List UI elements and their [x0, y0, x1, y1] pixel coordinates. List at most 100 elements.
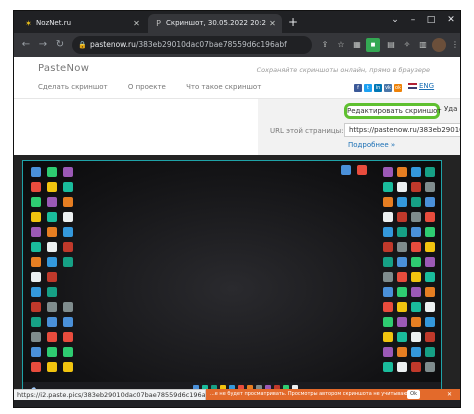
desktop-shortcut-icon	[31, 182, 41, 192]
close-icon[interactable]: ✕	[132, 14, 141, 33]
desktop-shortcut-icon	[411, 347, 421, 357]
desktop-shortcut-icon	[383, 332, 393, 342]
facebook-icon[interactable]: f	[354, 83, 362, 92]
extension-icon[interactable]: ▦	[350, 38, 364, 52]
desktop-shortcut-icon	[397, 197, 407, 207]
address-bar[interactable]: 🔒 pastenow.ru/383eb29010dac07bae78559d6c…	[72, 36, 312, 54]
address-host: pastenow.ru	[90, 40, 136, 49]
desktop-shortcut-icon	[31, 272, 41, 282]
desktop-shortcut-icon	[47, 257, 57, 267]
delete-button[interactable]: Уда	[444, 105, 457, 113]
site-logo[interactable]: PasteNow	[38, 63, 89, 74]
forward-button[interactable]: →	[35, 37, 51, 53]
notice-ok-button[interactable]: Ok	[407, 390, 420, 399]
tab-noznet[interactable]: ✶ NozNet.ru ✕	[18, 14, 146, 33]
chevron-down-icon[interactable]: ⌄	[386, 11, 404, 31]
desktop-shortcut-icon	[425, 257, 435, 267]
site-slogan: Сохраняйте скриншоты онлайн, прямо в бра…	[256, 66, 430, 74]
back-button[interactable]: ←	[18, 37, 34, 53]
adguard-icon[interactable]: ■	[366, 38, 380, 52]
desktop-shortcut-icon	[425, 302, 435, 312]
star-icon[interactable]: ☆	[334, 38, 348, 52]
desktop-shortcut-icon	[63, 197, 73, 207]
desktop-shortcut-icon	[425, 167, 435, 177]
more-link[interactable]: Подробнее »	[348, 141, 395, 149]
desktop-shortcut-icon	[383, 287, 393, 297]
desktop-shortcut-icon	[397, 317, 407, 327]
desktop-shortcut-icon	[411, 212, 421, 222]
desktop-shortcut-icon	[63, 227, 73, 237]
avatar[interactable]	[432, 38, 446, 52]
close-window-button[interactable]: ✕	[442, 11, 460, 31]
nav-item-what-is-screenshot[interactable]: Что такое скриншот	[186, 83, 261, 91]
desktop-shortcut-icon	[397, 272, 407, 282]
desktop-shortcut-icon	[383, 317, 393, 327]
us-flag-icon	[408, 83, 417, 89]
desktop-shortcut-icon	[383, 227, 393, 237]
desktop-shortcut-icon	[31, 362, 41, 372]
reader-icon[interactable]: ▤	[384, 38, 398, 52]
reload-button[interactable]: ↻	[52, 37, 68, 53]
status-bar: https://i2.paste.pics/383eb29010dac07bae…	[14, 389, 206, 400]
close-icon[interactable]: ✕	[268, 14, 277, 33]
desktop-shortcut-icon	[31, 227, 41, 237]
desktop-shortcut-icon	[63, 212, 73, 222]
desktop-shortcut-icon	[411, 272, 421, 282]
desktop-shortcut-icon	[63, 302, 73, 312]
desktop-shortcut-icon	[63, 182, 73, 192]
notice-bar: ...е не будет просматривать. Просмотры а…	[206, 389, 460, 400]
linkedin-icon[interactable]: in	[374, 83, 382, 92]
desktop-shortcut-icon	[47, 212, 57, 222]
language-switch[interactable]: ENG	[408, 82, 434, 90]
desktop-shortcut-icon	[425, 347, 435, 357]
menu-icon[interactable]: ⋮	[448, 38, 460, 52]
desktop-shortcut-icon	[383, 272, 393, 282]
tab-title: Скриншот, 30.05.2022 20:29:08	[166, 19, 266, 27]
minimize-button[interactable]: –	[404, 11, 422, 31]
desktop-shortcut-icon	[63, 362, 73, 372]
desktop-shortcut-icon	[31, 257, 41, 267]
browser-window: ✶ NozNet.ru ✕ P Скриншот, 30.05.2022 20:…	[13, 10, 461, 408]
desktop-shortcut-icon	[63, 347, 73, 357]
desktop-shortcut-icon	[397, 167, 407, 177]
tab-pastenow[interactable]: P Скриншот, 30.05.2022 20:29:08 ✕	[148, 14, 282, 33]
tab-strip: ✶ NozNet.ru ✕ P Скриншот, 30.05.2022 20:…	[14, 11, 460, 33]
nozhik-icon: ✶	[25, 19, 32, 28]
desktop-shortcut-icon	[47, 182, 57, 192]
desktop-shortcut-icon	[411, 317, 421, 327]
desktop-shortcut-icon	[411, 362, 421, 372]
new-tab-button[interactable]: +	[286, 15, 300, 29]
desktop-shortcut-icon	[425, 242, 435, 252]
nav-item-about[interactable]: О проекте	[128, 83, 166, 91]
vk-icon[interactable]: vk	[384, 83, 392, 92]
desktop-shortcut-icon	[31, 167, 41, 177]
desktop-shortcut-icon	[47, 317, 57, 327]
page-url-field[interactable]: https://pastenow.ru/383eb29010d	[344, 123, 460, 137]
screenshot-image[interactable]: ☁	[22, 160, 442, 394]
share-icon[interactable]: ⇪	[318, 38, 332, 52]
puzzle-icon[interactable]: ✧	[400, 38, 414, 52]
desktop-shortcut-icon	[47, 347, 57, 357]
url-label: URL этой страницы:	[270, 127, 344, 135]
close-icon[interactable]: ✕	[447, 389, 452, 400]
left-panel	[14, 99, 258, 155]
odnoklassniki-icon[interactable]: ok	[394, 83, 402, 92]
sidebar-icon[interactable]: ▥	[416, 38, 430, 52]
desktop-shortcut-icon	[47, 227, 57, 237]
desktop-shortcut-icon	[63, 332, 73, 342]
desktop-shortcut-icon	[411, 257, 421, 267]
desktop-shortcut-icon	[411, 242, 421, 252]
maximize-button[interactable]: □	[422, 11, 440, 31]
notice-text: ...е не будет просматривать. Просмотры а…	[210, 391, 418, 397]
nav-item-make-screenshot[interactable]: Сделать скриншот	[38, 83, 108, 91]
desktop-shortcut-icon	[411, 182, 421, 192]
desktop-shortcut-icon	[47, 332, 57, 342]
edit-screenshot-button[interactable]: Редактировать скриншот	[344, 103, 442, 119]
desktop-shortcut-icon	[341, 165, 351, 175]
desktop-shortcut-icon	[425, 272, 435, 282]
desktop-shortcut-icon	[383, 362, 393, 372]
twitter-icon[interactable]: t	[364, 83, 372, 92]
desktop-shortcut-icon	[383, 182, 393, 192]
desktop-shortcut-icon	[411, 287, 421, 297]
desktop-shortcut-icon	[63, 242, 73, 252]
